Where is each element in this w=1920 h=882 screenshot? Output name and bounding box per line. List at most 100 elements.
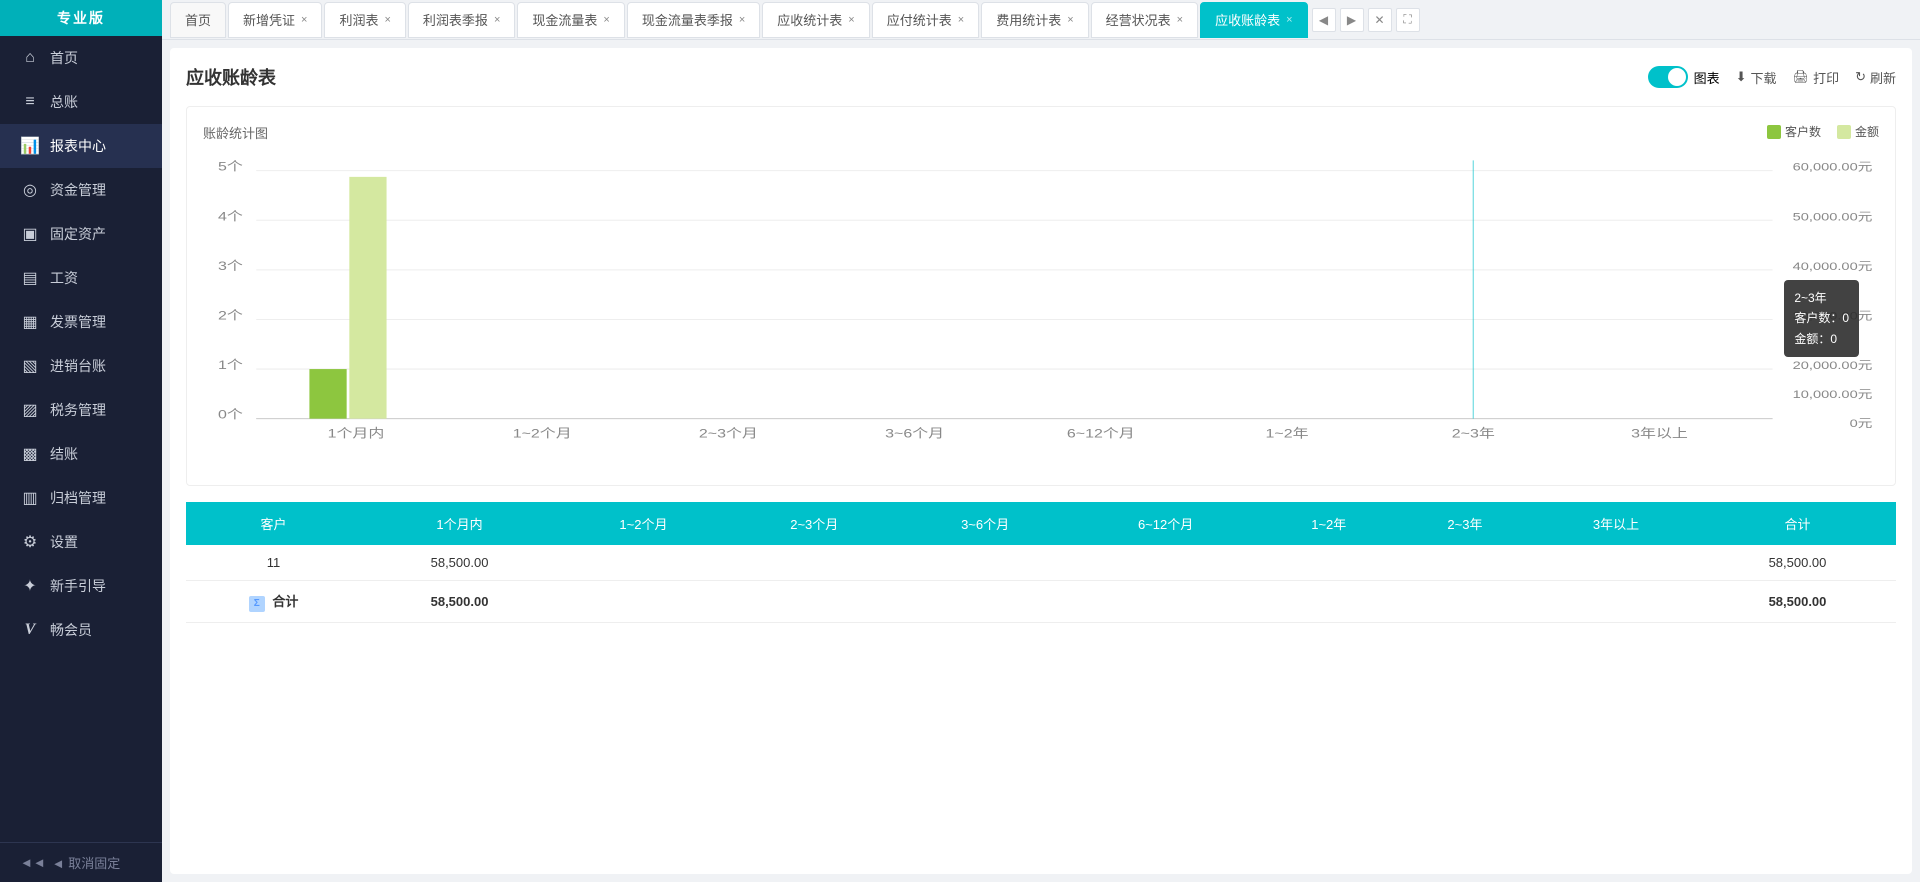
tab-ap-stats-close[interactable]: ×: [958, 14, 964, 26]
refresh-button[interactable]: ↻ 刷新: [1855, 68, 1896, 87]
settings-icon: ⚙: [20, 532, 40, 552]
col-m3-6: 3~6个月: [900, 502, 1071, 545]
funds-icon: ◎: [20, 180, 40, 200]
cell-total-y1-2: [1261, 581, 1397, 623]
svg-text:2个: 2个: [218, 308, 243, 323]
tab-profit-quarterly-close[interactable]: ×: [494, 14, 500, 26]
sidebar-pin-toggle[interactable]: ◄◄ ◄ 取消固定: [0, 842, 162, 882]
tab-voucher[interactable]: 新增凭证 ×: [228, 2, 322, 38]
tab-cashflow-close[interactable]: ×: [603, 14, 609, 26]
sidebar-label-invoice: 发票管理: [50, 312, 106, 332]
cell-total-y2-3: [1397, 581, 1533, 623]
sidebar-label-close: 结账: [50, 444, 78, 464]
app-logo: 专业版: [0, 0, 162, 36]
col-total: 合计: [1699, 502, 1896, 545]
tab-voucher-close[interactable]: ×: [301, 14, 307, 26]
sidebar-item-member[interactable]: V 畅会员: [0, 608, 162, 652]
sidebar-item-report[interactable]: 📊 报表中心: [0, 124, 162, 168]
tab-scroll-right[interactable]: ▶: [1340, 8, 1364, 32]
legend-amount: 金额: [1837, 123, 1879, 140]
main-area: 首页 新增凭证 × 利润表 × 利润表季报 × 现金流量表 × 现金流量表季报 …: [162, 0, 1920, 882]
svg-text:1~2年: 1~2年: [1266, 426, 1309, 441]
chart-svg: 5个 4个 3个 2个 1个 0个 60,000.00元 50,000.00元 …: [203, 150, 1879, 460]
tab-expense-stats-close[interactable]: ×: [1067, 14, 1073, 26]
cell-total-m1-2: [558, 581, 729, 623]
legend-amount-dot: [1837, 125, 1851, 139]
col-m2-3: 2~3个月: [729, 502, 900, 545]
sidebar-label-guide: 新手引导: [50, 576, 106, 596]
sidebar-item-ledger[interactable]: ≡ 总账: [0, 80, 162, 124]
guide-icon: ✦: [20, 576, 40, 596]
sidebar-item-archive[interactable]: ▥ 归档管理: [0, 476, 162, 520]
tab-home-label: 首页: [185, 10, 211, 29]
legend-customer: 客户数: [1767, 123, 1821, 140]
tab-cashflow-quarterly[interactable]: 现金流量表季报 ×: [627, 2, 760, 38]
pin-icon: ◄◄: [20, 855, 46, 870]
tab-ap-stats[interactable]: 应付统计表 ×: [872, 2, 979, 38]
table-row: 11 58,500.00 58,500.00: [186, 545, 1896, 581]
tab-cashflow-quarterly-close[interactable]: ×: [739, 14, 745, 26]
legend-customer-dot: [1767, 125, 1781, 139]
chart-toggle[interactable]: [1648, 66, 1688, 88]
sidebar-item-funds[interactable]: ◎ 资金管理: [0, 168, 162, 212]
tab-profit-close[interactable]: ×: [384, 14, 390, 26]
cell-y1-2-11: [1261, 545, 1397, 581]
tab-cashflow-quarterly-label: 现金流量表季报: [642, 10, 733, 29]
tab-expand[interactable]: ⛶: [1396, 8, 1420, 32]
cell-m1-11: 58,500.00: [361, 545, 558, 581]
sidebar-item-assets[interactable]: ▣ 固定资产: [0, 212, 162, 256]
col-customer: 客户: [186, 502, 361, 545]
sidebar-item-home[interactable]: ⌂ 首页: [0, 36, 162, 80]
tab-bar: 首页 新增凭证 × 利润表 × 利润表季报 × 现金流量表 × 现金流量表季报 …: [162, 0, 1920, 40]
sidebar-label-settings: 设置: [50, 532, 78, 552]
download-button[interactable]: ⬇ 下载: [1736, 68, 1777, 87]
tab-home[interactable]: 首页: [170, 2, 226, 38]
tab-biz-status-close[interactable]: ×: [1177, 14, 1183, 26]
print-button[interactable]: 🖨 打印: [1793, 68, 1840, 87]
table-header-row: 客户 1个月内 1~2个月 2~3个月 3~6个月 6~12个月 1~2年 2~…: [186, 502, 1896, 545]
tab-ar-stats[interactable]: 应收统计表 ×: [762, 2, 869, 38]
tab-scroll-left[interactable]: ◀: [1312, 8, 1336, 32]
sidebar-item-inventory[interactable]: ▧ 进销台账: [0, 344, 162, 388]
tab-ar-aging-close[interactable]: ×: [1286, 14, 1292, 26]
sidebar-item-guide[interactable]: ✦ 新手引导: [0, 564, 162, 608]
svg-text:1~2个月: 1~2个月: [513, 426, 572, 441]
svg-text:10,000.00元: 10,000.00元: [1793, 388, 1873, 401]
sidebar-item-settings[interactable]: ⚙ 设置: [0, 520, 162, 564]
tab-ar-aging[interactable]: 应收账龄表 ×: [1200, 2, 1307, 38]
cell-total-y3plus: [1533, 581, 1699, 623]
cell-customer-11: 11: [186, 545, 361, 581]
tab-ar-aging-label: 应收账龄表: [1215, 10, 1280, 29]
tab-profit[interactable]: 利润表 ×: [324, 2, 405, 38]
tab-biz-status[interactable]: 经营状况表 ×: [1091, 2, 1198, 38]
cell-total-11: 58,500.00: [1699, 545, 1896, 581]
tab-profit-quarterly[interactable]: 利润表季报 ×: [408, 2, 515, 38]
sidebar-item-salary[interactable]: ▤ 工资: [0, 256, 162, 300]
chart-legend: 客户数 金额: [1767, 123, 1879, 140]
pin-label: ◄ 取消固定: [52, 853, 120, 872]
cell-m2-3-11: [729, 545, 900, 581]
tab-ap-stats-label: 应付统计表: [887, 10, 952, 29]
cell-total-grand: 58,500.00: [1699, 581, 1896, 623]
refresh-icon: ↻: [1855, 69, 1866, 85]
tax-icon: ▨: [20, 400, 40, 420]
sidebar-item-tax[interactable]: ▨ 税务管理: [0, 388, 162, 432]
tab-expense-stats[interactable]: 费用统计表 ×: [981, 2, 1088, 38]
svg-text:0元: 0元: [1850, 417, 1873, 430]
tab-biz-status-label: 经营状况表: [1106, 10, 1171, 29]
tab-cashflow[interactable]: 现金流量表 ×: [517, 2, 624, 38]
total-icon: Σ: [249, 596, 265, 612]
salary-icon: ▤: [20, 268, 40, 288]
sidebar-item-close[interactable]: ▩ 结账: [0, 432, 162, 476]
sidebar-label-inventory: 进销台账: [50, 356, 106, 376]
svg-text:20,000.00元: 20,000.00元: [1793, 359, 1873, 372]
chart-toggle-label: 图表: [1694, 68, 1720, 87]
sidebar-item-invoice[interactable]: ▦ 发票管理: [0, 300, 162, 344]
sidebar-label-home: 首页: [50, 48, 78, 68]
tab-close-all[interactable]: ✕: [1368, 8, 1392, 32]
tab-ar-stats-close[interactable]: ×: [848, 14, 854, 26]
refresh-label: 刷新: [1870, 68, 1896, 87]
svg-text:1个月内: 1个月内: [328, 426, 385, 441]
close-account-icon: ▩: [20, 444, 40, 464]
sidebar-label-tax: 税务管理: [50, 400, 106, 420]
